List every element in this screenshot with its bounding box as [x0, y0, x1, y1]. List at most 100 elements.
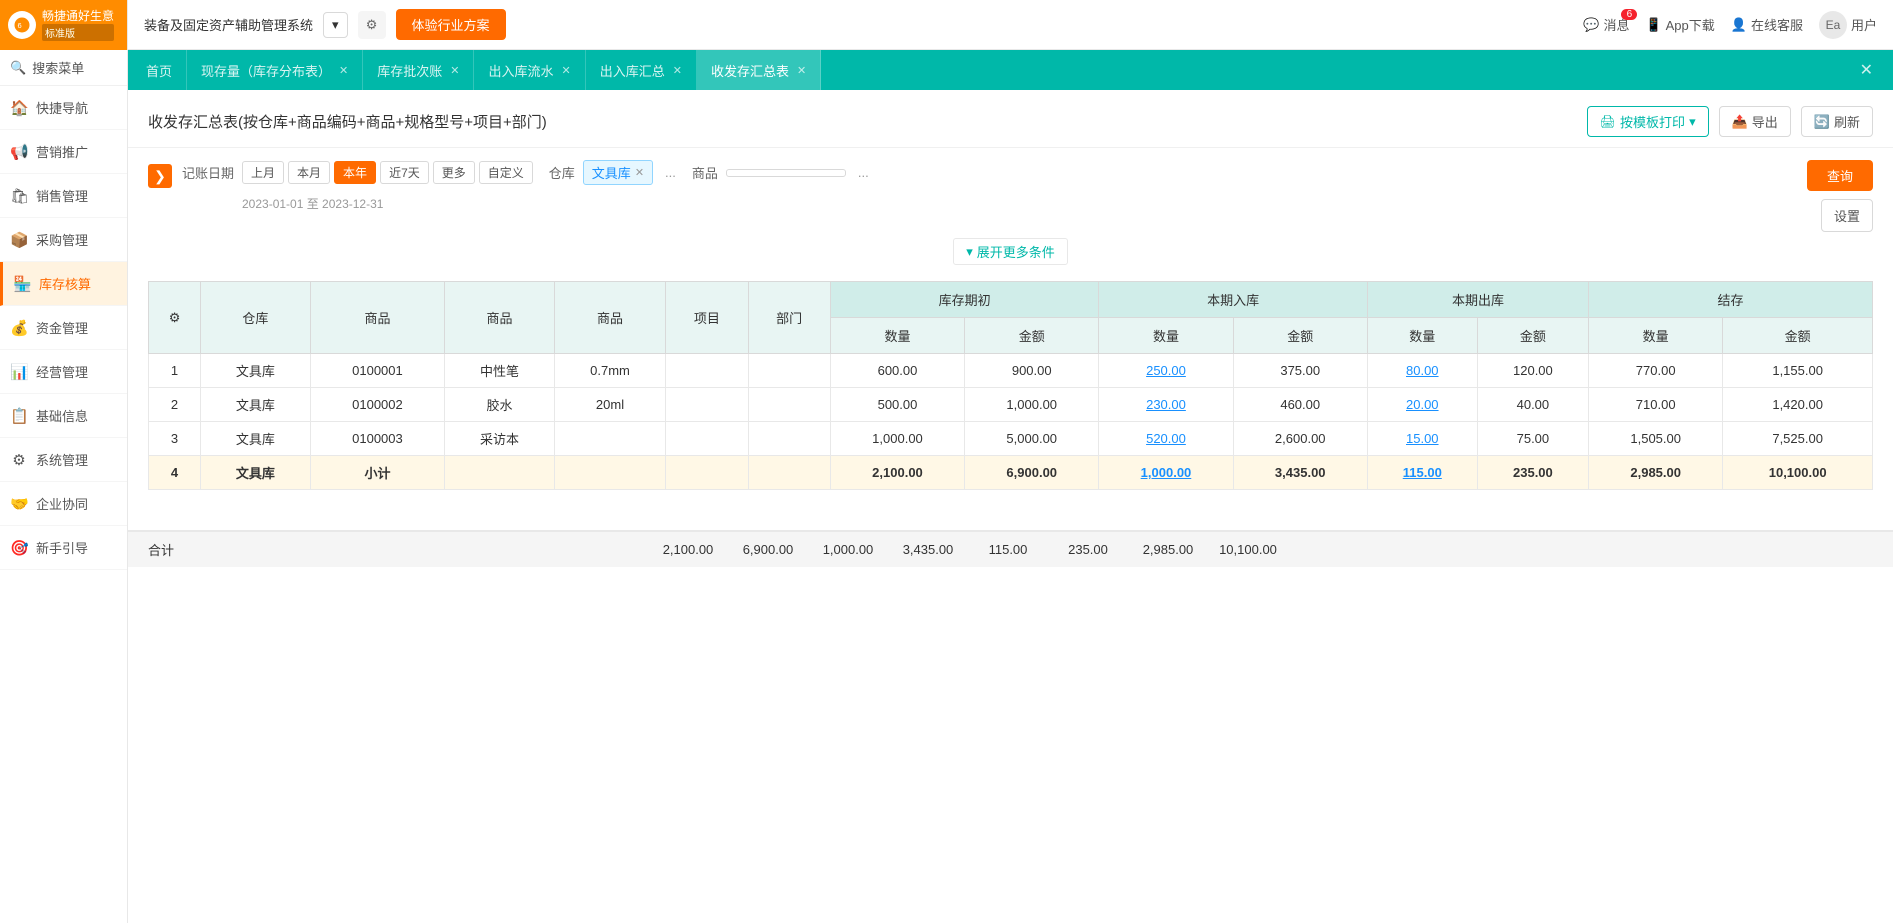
- topbar-left: 装备及固定资产辅助管理系统 ▾ ⚙ 体验行业方案: [144, 9, 506, 40]
- settings-button[interactable]: 设置: [1821, 199, 1873, 232]
- row-open-qty: 2,100.00: [830, 456, 964, 490]
- row-out-amt: 75.00: [1477, 422, 1588, 456]
- warehouse-tag-close[interactable]: ✕: [635, 166, 644, 179]
- filter-section: 记账日期 上月 本月 本年 近7天 更多 自定义 仓库: [182, 160, 1797, 212]
- row-in-amt: 2,600.00: [1233, 422, 1367, 456]
- sidebar-item-quick-nav[interactable]: 🏠 快捷导航: [0, 86, 127, 130]
- date-filter: 记账日期 上月 本月 本年 近7天 更多 自定义: [182, 161, 533, 184]
- tab-close-icon[interactable]: ✕: [797, 64, 806, 77]
- trial-button[interactable]: 体验行业方案: [396, 9, 506, 40]
- refresh-button[interactable]: 🔄 刷新: [1801, 106, 1873, 137]
- sidebar-item-search[interactable]: 🔍 搜索菜单: [0, 50, 127, 86]
- row-product-name: 采访本: [445, 422, 555, 456]
- sidebar-item-marketing[interactable]: 📢 营销推广: [0, 130, 127, 174]
- message-badge: 6: [1621, 9, 1637, 20]
- sidebar-item-label: 营销推广: [36, 142, 88, 161]
- row-in-qty[interactable]: 230.00: [1099, 388, 1233, 422]
- tab-batch[interactable]: 库存批次账 ✕: [363, 50, 474, 90]
- right-action-panel: 查询 设置: [1807, 160, 1873, 232]
- online-service-button[interactable]: 👤 在线客服: [1731, 15, 1803, 34]
- sidebar-item-sales[interactable]: 🛍 销售管理: [0, 174, 127, 218]
- system-title-dropdown[interactable]: ▾: [323, 12, 348, 38]
- sidebar-item-label: 库存核算: [39, 274, 91, 293]
- search-label: 搜索菜单: [32, 58, 84, 77]
- date-btn-this-month[interactable]: 本月: [288, 161, 330, 184]
- row-open-amt: 1,000.00: [965, 388, 1099, 422]
- date-btn-this-year[interactable]: 本年: [334, 161, 376, 184]
- row-in-qty[interactable]: 250.00: [1099, 354, 1233, 388]
- sidebar-item-guide[interactable]: 🎯 新手引导: [0, 526, 127, 570]
- sidebar-item-collab[interactable]: 🤝 企业协同: [0, 482, 127, 526]
- user-menu[interactable]: Ea 用户: [1819, 11, 1877, 39]
- tab-label: 现存量（库存分布表）: [201, 61, 331, 80]
- th-product-code: 商品: [310, 282, 444, 354]
- row-open-amt: 900.00: [965, 354, 1099, 388]
- row-department: [748, 354, 830, 388]
- print-button[interactable]: 🖨 按模板打印 ▾: [1587, 106, 1709, 137]
- tab-label: 出入库流水: [488, 61, 553, 80]
- product-input[interactable]: [726, 169, 846, 177]
- row-open-amt: 6,900.00: [965, 456, 1099, 490]
- query-button[interactable]: 查询: [1807, 160, 1873, 191]
- date-btn-custom[interactable]: 自定义: [479, 161, 533, 184]
- row-product-code: 0100002: [310, 388, 444, 422]
- settings-gear-icon[interactable]: ⚙: [358, 11, 386, 39]
- row-in-qty[interactable]: 520.00: [1099, 422, 1233, 456]
- expand-conditions-button[interactable]: ▾ 展开更多条件: [953, 238, 1068, 265]
- row-in-qty[interactable]: 1,000.00: [1099, 456, 1233, 490]
- th-close-amt: 金额: [1723, 318, 1873, 354]
- row-out-qty[interactable]: 20.00: [1367, 388, 1477, 422]
- table-row: 3文具库0100003采访本1,000.005,000.00520.002,60…: [149, 422, 1873, 456]
- tab-inout-summary[interactable]: 出入库汇总 ✕: [586, 50, 697, 90]
- sidebar-item-label: 销售管理: [36, 186, 88, 205]
- row-department: [748, 388, 830, 422]
- expand-icon: ▾: [966, 244, 973, 260]
- service-icon: 👤: [1731, 17, 1747, 33]
- date-btn-more[interactable]: 更多: [433, 161, 475, 184]
- th-open-amt: 金额: [965, 318, 1099, 354]
- tab-inout-flow[interactable]: 出入库流水 ✕: [474, 50, 585, 90]
- tab-close-icon[interactable]: ✕: [562, 64, 571, 77]
- sidebar-item-inventory[interactable]: 🏪 库存核算: [0, 262, 127, 306]
- tab-stock-dist[interactable]: 现存量（库存分布表） ✕: [187, 50, 363, 90]
- sidebar-item-finance[interactable]: 💰 资金管理: [0, 306, 127, 350]
- message-button[interactable]: 💬 消息 6: [1583, 15, 1629, 34]
- row-out-qty[interactable]: 115.00: [1367, 456, 1477, 490]
- product-more[interactable]: ...: [858, 165, 869, 180]
- date-buttons: 上月 本月 本年 近7天 更多 自定义: [242, 161, 533, 184]
- sidebar-item-label: 采购管理: [36, 230, 88, 249]
- row-index: 4: [149, 456, 201, 490]
- close-window-icon[interactable]: ✕: [1848, 60, 1885, 80]
- sidebar: 6 畅捷通好生意 标准版 🔍 搜索菜单 🏠 快捷导航 📢 营销推广 🛍 销售管理…: [0, 0, 128, 923]
- sidebar-item-basic[interactable]: 📋 基础信息: [0, 394, 127, 438]
- warehouse-tag[interactable]: 文具库 ✕: [583, 160, 653, 185]
- avatar: Ea: [1819, 11, 1847, 39]
- row-close-amt: 7,525.00: [1723, 422, 1873, 456]
- sidebar-item-system[interactable]: ⚙ 系统管理: [0, 438, 127, 482]
- sidebar-item-operation[interactable]: 📊 经营管理: [0, 350, 127, 394]
- tab-home[interactable]: 首页: [136, 50, 187, 90]
- sidebar-item-label: 基础信息: [36, 406, 88, 425]
- date-btn-last-month[interactable]: 上月: [242, 161, 284, 184]
- tab-label: 出入库汇总: [600, 61, 665, 80]
- th-settings[interactable]: ⚙: [149, 282, 201, 354]
- row-out-qty[interactable]: 80.00: [1367, 354, 1477, 388]
- operation-icon: 📊: [10, 363, 28, 381]
- th-out-amt: 金额: [1477, 318, 1588, 354]
- date-btn-7days[interactable]: 近7天: [380, 161, 429, 184]
- th-closing: 结存: [1589, 282, 1873, 318]
- app-download-button[interactable]: 📱 App下载: [1645, 15, 1714, 34]
- tab-close-icon[interactable]: ✕: [673, 64, 682, 77]
- filter-toggle-button[interactable]: ❯: [148, 164, 172, 188]
- tab-recv-send-summary[interactable]: 收发存汇总表 ✕: [697, 50, 821, 90]
- tab-close-icon[interactable]: ✕: [450, 64, 459, 77]
- export-button[interactable]: 📤 导出: [1719, 106, 1791, 137]
- sidebar-item-label: 企业协同: [36, 494, 88, 513]
- row-product-code: 小计: [310, 456, 444, 490]
- tab-close-icon[interactable]: ✕: [339, 64, 348, 77]
- filter-row-date-range: 2023-01-01 至 2023-12-31: [182, 195, 1797, 212]
- date-filter-label: 记账日期: [182, 163, 234, 182]
- sidebar-item-purchase[interactable]: 📦 采购管理: [0, 218, 127, 262]
- row-out-qty[interactable]: 15.00: [1367, 422, 1477, 456]
- warehouse-more[interactable]: ...: [665, 165, 676, 180]
